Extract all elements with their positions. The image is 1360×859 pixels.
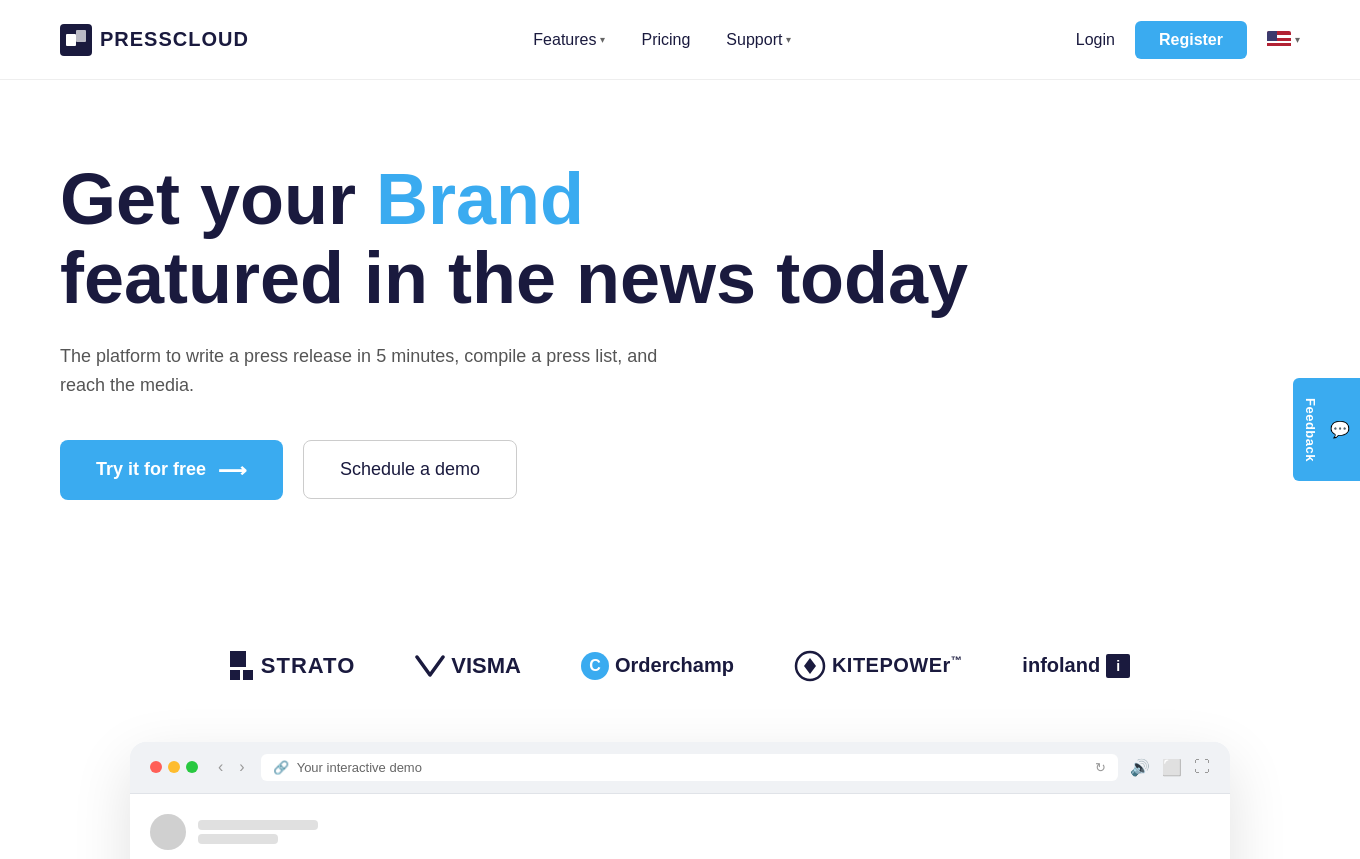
- visma-text: VISMA: [451, 653, 521, 679]
- hero-title-part2: featured in the news today: [60, 238, 968, 318]
- nav-links: Features ▾ Pricing Support ▾: [533, 31, 791, 49]
- url-text: Your interactive demo: [297, 760, 422, 775]
- hero-section: Get your Brand featured in the news toda…: [0, 80, 1360, 630]
- orderchamp-icon: C: [581, 652, 609, 680]
- cast-icon[interactable]: ⬜: [1162, 758, 1182, 777]
- kitepower-icon: [794, 650, 826, 682]
- logo-text: PRESSCLOUD: [100, 28, 249, 51]
- fullscreen-icon[interactable]: ⛶: [1194, 758, 1210, 777]
- svg-rect-0: [66, 34, 76, 46]
- browser-actions: 🔊 ⬜ ⛶: [1130, 758, 1210, 777]
- hero-title-brand: Brand: [376, 159, 584, 239]
- app-header-row: [150, 814, 1210, 850]
- schedule-demo-button[interactable]: Schedule a demo: [303, 440, 517, 499]
- app-avatar: [150, 814, 186, 850]
- browser-url-bar[interactable]: 🔗 Your interactive demo ↻: [261, 754, 1118, 781]
- strato-square-3: [243, 670, 253, 680]
- support-dropdown-arrow: ▾: [786, 34, 791, 45]
- nav-pricing[interactable]: Pricing: [641, 31, 690, 49]
- hero-buttons: Try it for free ⟶ Schedule a demo: [60, 440, 1300, 500]
- browser-dots: [150, 761, 198, 773]
- kitepower-text: KITEPOWEr™: [832, 654, 962, 677]
- nav-features[interactable]: Features ▾: [533, 31, 605, 49]
- strato-square-1: [230, 651, 246, 667]
- blurred-username: [198, 820, 318, 830]
- infoland-text: infoland: [1022, 654, 1100, 677]
- reload-icon: ↻: [1095, 760, 1106, 775]
- browser-toolbar: ‹ › 🔗 Your interactive demo ↻ 🔊 ⬜ ⛶: [130, 742, 1230, 794]
- strato-square-2: [230, 670, 240, 680]
- back-button[interactable]: ‹: [214, 756, 227, 778]
- blurred-subtitle: [198, 834, 278, 844]
- logo[interactable]: PRESSCLOUD: [60, 24, 249, 56]
- hero-title: Get your Brand featured in the news toda…: [60, 160, 1300, 318]
- strato-text: STRATO: [261, 653, 355, 679]
- feedback-tab[interactable]: 💬 Feedback: [1293, 378, 1361, 482]
- nav-right: Login Register ▾: [1076, 21, 1300, 59]
- flag-icon: [1267, 31, 1291, 49]
- orderchamp-logo: C Orderchamp: [581, 652, 734, 680]
- try-free-button[interactable]: Try it for free ⟶: [60, 440, 283, 500]
- visma-icon: [415, 655, 445, 677]
- language-selector[interactable]: ▾: [1267, 31, 1300, 49]
- dot-green: [186, 761, 198, 773]
- browser-mockup: ‹ › 🔗 Your interactive demo ↻ 🔊 ⬜ ⛶: [130, 742, 1230, 859]
- demo-section: ‹ › 🔗 Your interactive demo ↻ 🔊 ⬜ ⛶: [0, 742, 1360, 859]
- volume-icon[interactable]: 🔊: [1130, 758, 1150, 777]
- strato-logo: STRATO: [230, 651, 355, 680]
- lang-dropdown-arrow: ▾: [1295, 34, 1300, 45]
- hero-title-part1: Get your: [60, 159, 376, 239]
- orderchamp-text: Orderchamp: [615, 654, 734, 677]
- infoland-icon: i: [1106, 654, 1130, 678]
- dot-yellow: [168, 761, 180, 773]
- app-header-text: [198, 820, 318, 844]
- browser-content: Dashboard Smart Press Release Suggestion…: [130, 794, 1230, 859]
- hero-subtitle: The platform to write a press release in…: [60, 342, 660, 400]
- browser-nav: ‹ ›: [214, 756, 249, 778]
- register-button[interactable]: Register: [1135, 21, 1247, 59]
- link-icon: 🔗: [273, 760, 289, 775]
- features-dropdown-arrow: ▾: [600, 34, 605, 45]
- login-button[interactable]: Login: [1076, 31, 1115, 49]
- nav-support[interactable]: Support ▾: [726, 31, 791, 49]
- feedback-label: Feedback: [1303, 398, 1318, 462]
- dot-red: [150, 761, 162, 773]
- kitepower-logo: KITEPOWEr™: [794, 650, 962, 682]
- feedback-icon: 💬: [1330, 420, 1351, 439]
- svg-rect-1: [76, 30, 86, 42]
- navbar: PRESSCLOUD Features ▾ Pricing Support ▾ …: [0, 0, 1360, 80]
- visma-logo: VISMA: [415, 653, 521, 679]
- infoland-logo: infoland i: [1022, 654, 1130, 678]
- arrow-icon: ⟶: [218, 458, 247, 482]
- strato-icon: [230, 651, 253, 680]
- logo-icon: [60, 24, 92, 56]
- forward-button[interactable]: ›: [235, 756, 248, 778]
- logos-section: STRATO VISMA C Orderchamp KITEPOWEr™ inf…: [0, 630, 1360, 742]
